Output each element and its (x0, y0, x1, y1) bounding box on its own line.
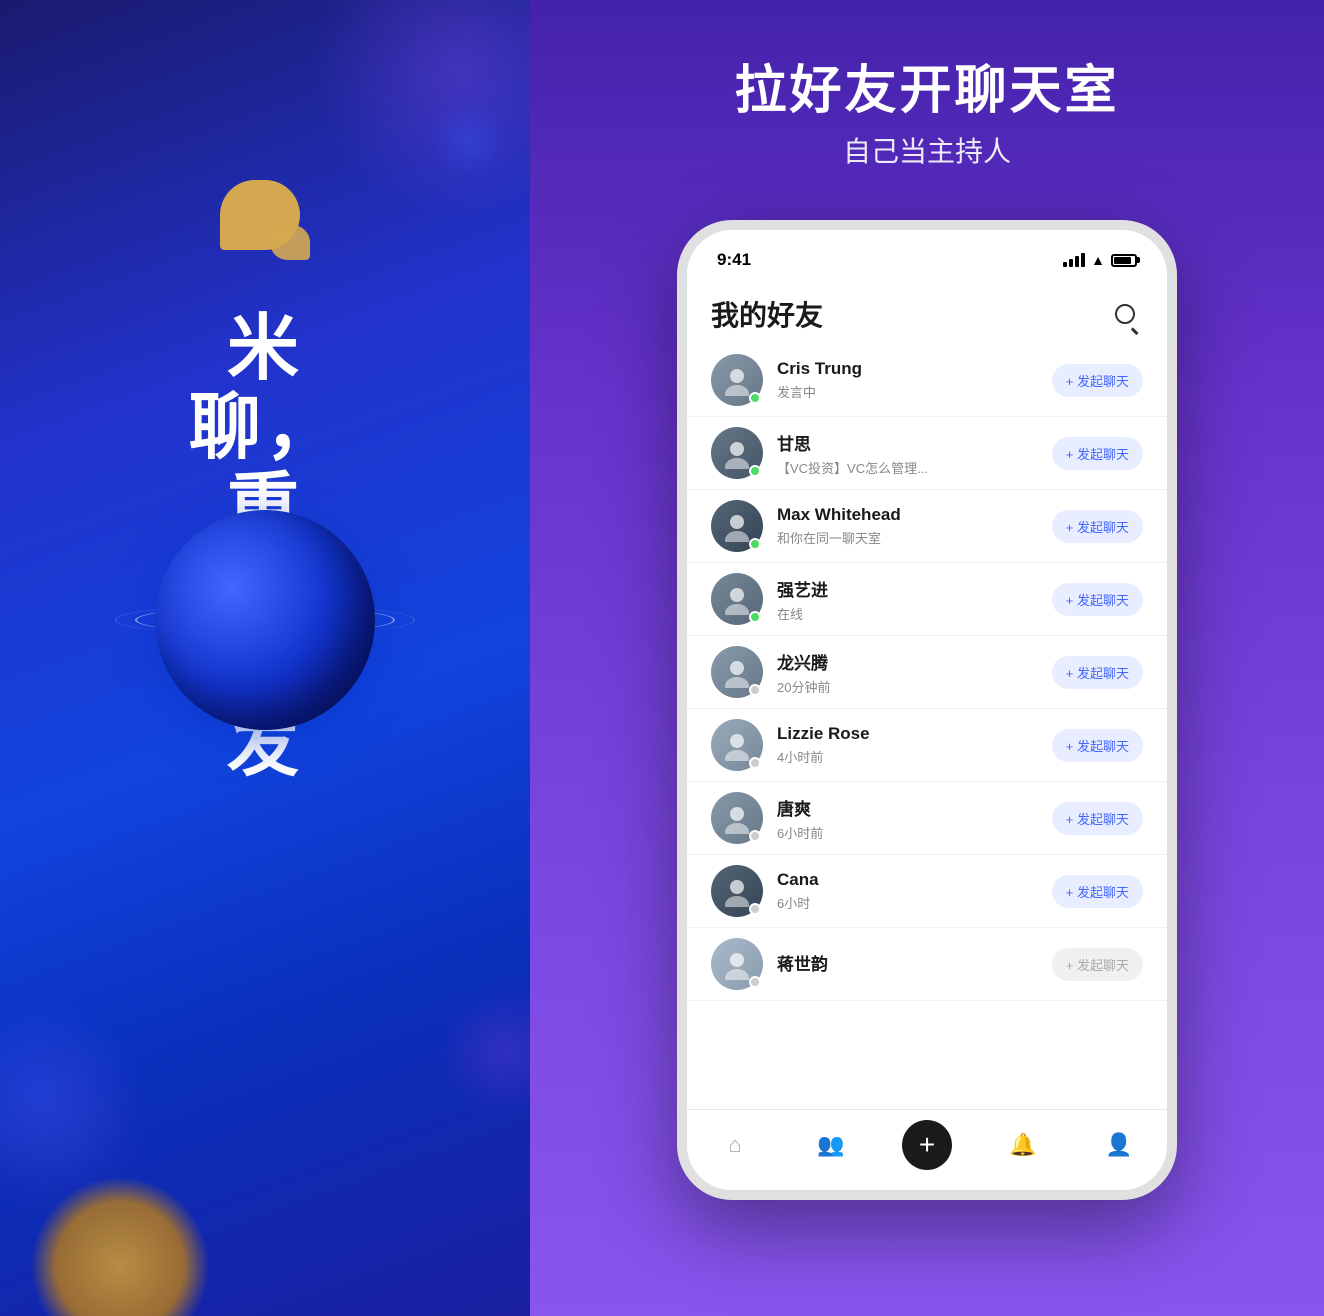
contact-item: 龙兴腾 20分钟前 + 发起聊天 (687, 636, 1167, 709)
contact-info: Cana 6小时 (777, 870, 1038, 912)
start-chat-button[interactable]: + 发起聊天 (1052, 802, 1143, 835)
start-chat-button[interactable]: + 发起聊天 (1052, 364, 1143, 397)
blob-decoration-top (430, 100, 510, 180)
start-chat-button[interactable]: + 发起聊天 (1052, 656, 1143, 689)
contact-item: Cris Trung 发言中 + 发起聊天 (687, 344, 1167, 417)
contact-status: 6小时前 (777, 823, 1038, 842)
blob-decoration-left (0, 996, 140, 1196)
contact-item: Lizzie Rose 4小时前 + 发起聊天 (687, 709, 1167, 782)
tab-notifications[interactable]: 🔔 (988, 1132, 1058, 1158)
home-icon: ⌂ (728, 1132, 741, 1158)
profile-icon: 👤 (1105, 1132, 1132, 1158)
battery-icon (1111, 254, 1137, 267)
avatar-wrap (711, 500, 763, 552)
planet-decoration (135, 490, 395, 750)
contact-name: 龙兴腾 (777, 649, 1038, 674)
status-icons: ▲ (1063, 252, 1137, 268)
contact-info: 蒋世韵 (777, 950, 1038, 978)
start-chat-button[interactable]: + 发起聊天 (1052, 437, 1143, 470)
online-indicator (749, 538, 761, 550)
start-chat-button[interactable]: + 发起聊天 (1052, 510, 1143, 543)
contact-item: Max Whitehead 和你在同一聊天室 + 发起聊天 (687, 490, 1167, 563)
online-indicator (749, 392, 761, 404)
contact-status: 4小时前 (777, 747, 1038, 766)
contact-list: Cris Trung 发言中 + 发起聊天 甘思 【VC (687, 344, 1167, 1109)
contact-status: 在线 (777, 604, 1038, 623)
contact-status: 6小时 (777, 893, 1038, 912)
contact-name: Lizzie Rose (777, 724, 1038, 744)
offline-indicator (749, 684, 761, 696)
tab-bar: ⌂ 👥 + 🔔 👤 (687, 1109, 1167, 1190)
signal-icon (1063, 253, 1085, 267)
friends-title: 我的好友 (711, 294, 823, 334)
left-panel: 米 聊， 重 新 出 发 (0, 0, 530, 1316)
contact-info: Cris Trung 发言中 (777, 359, 1038, 401)
tab-friends[interactable]: 👥 (796, 1132, 866, 1158)
status-time: 9:41 (717, 250, 751, 270)
bell-icon: 🔔 (1009, 1132, 1036, 1158)
avatar-wrap (711, 427, 763, 479)
offline-indicator (749, 757, 761, 769)
contact-info: Max Whitehead 和你在同一聊天室 (777, 505, 1038, 547)
status-bar: 9:41 ▲ (687, 230, 1167, 278)
contact-info: 强艺进 在线 (777, 576, 1038, 623)
start-chat-button[interactable]: + 发起聊天 (1052, 583, 1143, 616)
friends-icon: 👥 (817, 1132, 844, 1158)
contact-info: 唐爽 6小时前 (777, 795, 1038, 842)
tab-home[interactable]: ⌂ (700, 1132, 770, 1158)
contact-status: 【VC投资】VC怎么管理... (777, 458, 1038, 477)
chat-icon (220, 180, 310, 260)
avatar-wrap (711, 719, 763, 771)
wifi-icon: ▲ (1091, 252, 1105, 268)
blob-decoration-gold (30, 1176, 210, 1316)
contact-name: 甘思 (777, 430, 1038, 455)
contact-name: Cris Trung (777, 359, 1038, 379)
contact-name: 唐爽 (777, 795, 1038, 820)
start-chat-button-disabled: + 发起聊天 (1052, 948, 1143, 981)
search-button[interactable] (1107, 296, 1143, 332)
right-header: 拉好友开聊天室 自己当主持人 (734, 60, 1119, 170)
contact-item: 唐爽 6小时前 + 发起聊天 (687, 782, 1167, 855)
tab-add[interactable]: + (892, 1120, 962, 1170)
avatar-wrap (711, 573, 763, 625)
contact-item: 甘思 【VC投资】VC怎么管理... + 发起聊天 (687, 417, 1167, 490)
avatar-wrap (711, 792, 763, 844)
right-header-title: 拉好友开聊天室 (734, 60, 1119, 122)
start-chat-button[interactable]: + 发起聊天 (1052, 875, 1143, 908)
add-icon: + (902, 1120, 952, 1170)
contact-name: 强艺进 (777, 576, 1038, 601)
contact-info: 龙兴腾 20分钟前 (777, 649, 1038, 696)
contact-info: 甘思 【VC投资】VC怎么管理... (777, 430, 1038, 477)
contact-name: Cana (777, 870, 1038, 890)
friends-header: 我的好友 (687, 278, 1167, 344)
right-panel: 拉好友开聊天室 自己当主持人 9:41 ▲ (530, 0, 1324, 1316)
offline-indicator (749, 976, 761, 988)
contact-status: 发言中 (777, 382, 1038, 401)
avatar-wrap (711, 646, 763, 698)
offline-indicator (749, 830, 761, 842)
start-chat-button[interactable]: + 发起聊天 (1052, 729, 1143, 762)
contact-item: 强艺进 在线 + 发起聊天 (687, 563, 1167, 636)
contact-name: 蒋世韵 (777, 950, 1038, 975)
search-icon (1115, 304, 1135, 324)
contact-item: Cana 6小时 + 发起聊天 (687, 855, 1167, 928)
phone-content: 我的好友 Cr (687, 278, 1167, 1190)
offline-indicator (749, 903, 761, 915)
avatar-wrap (711, 938, 763, 990)
blob-decoration-purple (440, 986, 530, 1116)
avatar-wrap (711, 354, 763, 406)
contact-item: 蒋世韵 + 发起聊天 (687, 928, 1167, 1001)
tab-profile[interactable]: 👤 (1084, 1132, 1154, 1158)
right-header-subtitle: 自己当主持人 (734, 130, 1119, 170)
contact-info: Lizzie Rose 4小时前 (777, 724, 1038, 766)
contact-status: 20分钟前 (777, 677, 1038, 696)
avatar-wrap (711, 865, 763, 917)
phone-mockup: 9:41 ▲ 我的好友 (677, 220, 1177, 1200)
contact-name: Max Whitehead (777, 505, 1038, 525)
contact-status: 和你在同一聊天室 (777, 528, 1038, 547)
online-indicator (749, 611, 761, 623)
online-indicator (749, 465, 761, 477)
